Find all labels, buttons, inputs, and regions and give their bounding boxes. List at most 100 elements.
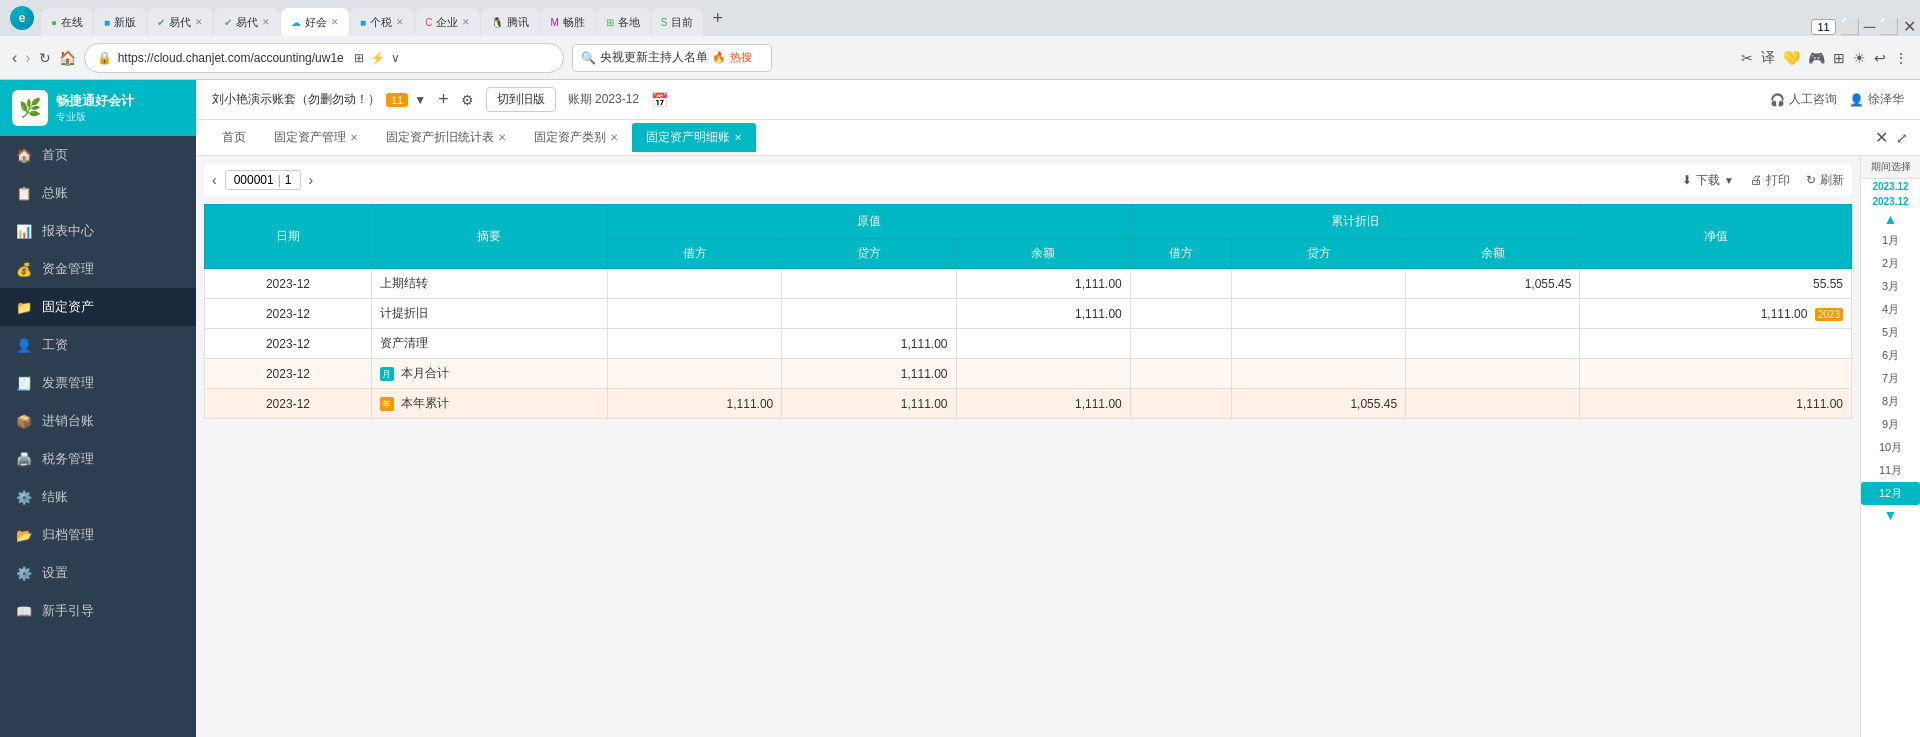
tab-close[interactable]: ✕ [262,17,270,27]
prev-page-button[interactable]: ‹ [212,172,217,188]
home-button[interactable]: 🏠 [59,50,76,66]
browser-tab-muqian[interactable]: S 目前 [651,8,704,36]
tab-close[interactable]: ✕ [195,17,203,27]
tab-close-icon[interactable]: ✕ [498,132,506,143]
cell-accum-credit: 1,055.45 [1231,389,1405,419]
sidebar-item-archive[interactable]: 📂 归档管理 [0,516,196,554]
chevron-down-icon[interactable]: ∨ [391,51,400,65]
scissor-icon[interactable]: ✂ [1741,50,1753,66]
sidebar-item-settings[interactable]: ⚙️ 设置 [0,554,196,592]
tab-home[interactable]: 首页 [208,123,260,152]
settings-button[interactable]: ⚙ [461,92,474,108]
download-button[interactable]: ⬇ 下载 ▼ [1682,172,1734,189]
wallet-icon[interactable]: 💛 [1783,50,1800,66]
refresh-button[interactable]: ↻ 刷新 [1806,172,1844,189]
consult-link[interactable]: 🎧 人工咨询 [1770,91,1837,108]
sidebar-item-home[interactable]: 🏠 首页 [0,136,196,174]
browser-tab-gedi[interactable]: ⊞ 各地 [596,8,650,36]
refresh-icon: ↻ [1806,173,1816,187]
month-7[interactable]: 7月 [1861,367,1920,390]
sidebar-item-guide[interactable]: 📖 新手引导 [0,592,196,630]
table-row-yearly-total: 2023-12 年 本年累计 1,111.00 1,111.00 [205,389,1852,419]
sidebar-item-invoice[interactable]: 🧾 发票管理 [0,364,196,402]
dropdown-icon[interactable]: ▼ [414,93,426,107]
col-accumulated-depreciation: 累计折旧 [1130,205,1580,239]
sidebar-item-reports[interactable]: 📊 报表中心 [0,212,196,250]
new-tab-button[interactable]: + [704,8,731,29]
add-company-button[interactable]: + [438,89,449,110]
brightness-icon[interactable]: ☀ [1853,50,1866,66]
browser-tab-online[interactable]: ● 在线 [41,8,93,36]
col-accum-credit: 贷方 [1231,239,1405,269]
scroll-up-button[interactable]: ▲ [1882,209,1900,229]
grid-icon[interactable]: ⊞ [1833,50,1845,66]
month-4[interactable]: 4月 [1861,298,1920,321]
print-button[interactable]: 🖨 打印 [1750,172,1790,189]
calendar-icon[interactable]: 📅 [651,92,668,108]
scroll-down-button[interactable]: ▼ [1882,505,1900,525]
maximize-button[interactable]: ⬜ [1879,17,1899,36]
tab-close[interactable]: ✕ [462,17,470,27]
month-8[interactable]: 8月 [1861,390,1920,413]
search-box[interactable]: 🔍 央视更新主持人名单 🔥 热搜 [572,44,772,72]
tab-close-icon[interactable]: ✕ [734,132,742,143]
company-selector[interactable]: 刘小艳演示账套（勿删勿动！） 11 ▼ [212,91,426,108]
month-5[interactable]: 5月 [1861,321,1920,344]
back-button[interactable]: ‹ [12,49,17,67]
user-profile[interactable]: 👤 徐泽华 [1849,91,1904,108]
month-2[interactable]: 2月 [1861,252,1920,275]
game-icon[interactable]: 🎮 [1808,50,1825,66]
browser-tab-btn[interactable]: ⬜ [1840,17,1860,36]
cell-accum-debit [1130,389,1231,419]
cell-orig-debit [608,299,782,329]
browser-chrome: e ● 在线 ■ 新版 ✔ 易代 ✕ ✔ 易代 ✕ ☁ 好会 ✕ ■ 个税 ✕ [0,0,1920,80]
month-9[interactable]: 9月 [1861,413,1920,436]
month-1[interactable]: 1月 [1861,229,1920,252]
sidebar-item-close-period[interactable]: ⚙️ 结账 [0,478,196,516]
tab-depreciation-stats[interactable]: 固定资产折旧统计表 ✕ [372,123,520,152]
col-orig-debit: 借方 [608,239,782,269]
browser-tab-yidai1[interactable]: ✔ 易代 ✕ [147,8,213,36]
search-text: 央视更新主持人名单 [600,49,708,66]
month-12-active[interactable]: 12月 [1861,482,1920,505]
next-page-button[interactable]: › [309,172,314,188]
close-tab-button[interactable]: ✕ [1875,128,1888,147]
sidebar-item-fixed-assets[interactable]: 📁 固定资产 [0,288,196,326]
month-11[interactable]: 11月 [1861,459,1920,482]
tab-close-icon[interactable]: ✕ [610,132,618,143]
more-icon[interactable]: ⋮ [1894,50,1908,66]
switch-version-button[interactable]: 切到旧版 [486,87,556,112]
tab-close[interactable]: ✕ [331,17,339,27]
close-window-button[interactable]: ✕ [1903,17,1916,36]
cell-accum-balance [1406,299,1580,329]
browser-tab-yidai2[interactable]: ✔ 易代 ✕ [214,8,280,36]
tab-asset-category[interactable]: 固定资产类别 ✕ [520,123,632,152]
undo-icon[interactable]: ↩ [1874,50,1886,66]
expand-button[interactable]: ⤢ [1896,130,1908,146]
refresh-btn[interactable]: ↻ [39,50,51,66]
minimize-button[interactable]: ─ [1864,18,1875,36]
browser-tab-new[interactable]: ■ 新版 [94,8,146,36]
sidebar-item-funds[interactable]: 💰 资金管理 [0,250,196,288]
month-6[interactable]: 6月 [1861,344,1920,367]
forward-button[interactable]: › [25,49,30,67]
tab-close[interactable]: ✕ [396,17,404,27]
table-row: 2023-12 上期结转 1,111.00 [205,269,1852,299]
sidebar-item-payroll[interactable]: 👤 工资 [0,326,196,364]
address-input-box[interactable]: 🔒 https://cloud.chanjet.com/accounting/u… [84,43,564,73]
browser-tab-qiye[interactable]: C 企业 ✕ [415,8,480,36]
month-10[interactable]: 10月 [1861,436,1920,459]
tab-asset-detail-ledger[interactable]: 固定资产明细账 ✕ [632,123,756,152]
sidebar-item-purchase-sales[interactable]: 📦 进销台账 [0,402,196,440]
sidebar-item-tax[interactable]: 🖨️ 税务管理 [0,440,196,478]
sidebar-item-general-ledger[interactable]: 📋 总账 [0,174,196,212]
browser-tab-tengxun[interactable]: 🐧 腾讯 [481,8,539,36]
browser-tab-chang[interactable]: M 畅胜 [540,8,594,36]
browser-tab-geshui[interactable]: ■ 个税 ✕ [350,8,414,36]
browser-tab-active[interactable]: ☁ 好会 ✕ [281,8,349,36]
month-3[interactable]: 3月 [1861,275,1920,298]
translate-icon[interactable]: 译 [1761,49,1775,67]
tab-close-icon[interactable]: ✕ [350,132,358,143]
cell-date: 2023-12 [205,359,372,389]
tab-fixed-assets-management[interactable]: 固定资产管理 ✕ [260,123,372,152]
